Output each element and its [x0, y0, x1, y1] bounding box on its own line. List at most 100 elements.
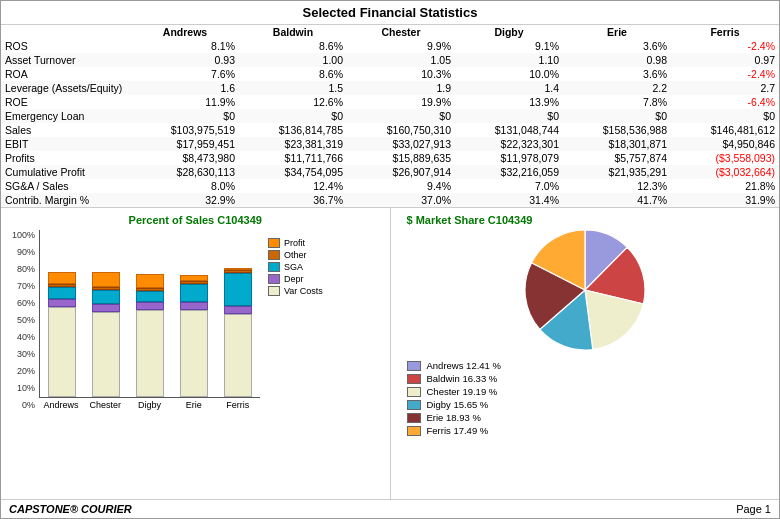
row-value: 1.4	[455, 81, 563, 95]
y-axis-label: 60%	[17, 298, 35, 308]
row-value: 1.00	[239, 53, 347, 67]
row-value: 9.9%	[347, 39, 455, 53]
pie-legend-label: Erie 18.93 %	[427, 412, 481, 423]
row-value: 31.9%	[671, 193, 779, 207]
legend-color-box	[268, 262, 280, 272]
bar-legend: Profit Other SGA Depr Var Costs	[268, 238, 323, 296]
y-axis-label: 40%	[17, 332, 35, 342]
row-value: 8.0%	[131, 179, 239, 193]
table-row: Emergency Loan$0$0$0$0$0$0	[1, 109, 779, 123]
legend-label: Depr	[284, 274, 304, 284]
legend-color-box	[268, 274, 280, 284]
pie-legend-color-box	[407, 387, 421, 397]
row-value: $5,757,874	[563, 151, 671, 165]
row-value: 2.7	[671, 81, 779, 95]
row-value: 41.7%	[563, 193, 671, 207]
row-value: 12.4%	[239, 179, 347, 193]
footer: CAPSTONE® COURIER Page 1	[1, 499, 779, 518]
row-label: ROS	[1, 39, 131, 53]
row-value: $103,975,519	[131, 123, 239, 137]
row-value: $8,473,980	[131, 151, 239, 165]
row-value: 8.1%	[131, 39, 239, 53]
row-value: $23,381,319	[239, 137, 347, 151]
row-value: 0.97	[671, 53, 779, 67]
legend-item: Var Costs	[268, 286, 323, 296]
bar-segment	[136, 291, 164, 302]
bar-segment	[180, 302, 208, 310]
row-value: -6.4%	[671, 95, 779, 109]
bar-segment	[136, 274, 164, 288]
table-col-company: Digby	[455, 25, 563, 39]
row-value: $15,889,635	[347, 151, 455, 165]
pie-legend-color-box	[407, 400, 421, 410]
pie-legend: Andrews 12.41 %Baldwin 16.33 %Chester 19…	[397, 358, 774, 438]
table-row: ROS8.1%8.6%9.9%9.1%3.6%-2.4%	[1, 39, 779, 53]
row-label: Cumulative Profit	[1, 165, 131, 179]
table-col-company: Baldwin	[239, 25, 347, 39]
row-value: ($3,558,093)	[671, 151, 779, 165]
bar-segment	[224, 273, 252, 306]
row-value: $0	[563, 109, 671, 123]
row-value: $21,935,291	[563, 165, 671, 179]
legend-label: Other	[284, 250, 307, 260]
table-row: ROE11.9%12.6%19.9%13.9%7.8%-6.4%	[1, 95, 779, 109]
row-value: $28,630,113	[131, 165, 239, 179]
row-value: $0	[347, 109, 455, 123]
row-value: 7.0%	[455, 179, 563, 193]
table-row: Profits$8,473,980$11,711,766$15,889,635$…	[1, 151, 779, 165]
row-value: $32,216,059	[455, 165, 563, 179]
legend-label: Var Costs	[284, 286, 323, 296]
row-value: $160,750,310	[347, 123, 455, 137]
row-value: $0	[131, 109, 239, 123]
row-value: 19.9%	[347, 95, 455, 109]
bar-chart-area: 100%90%80%70%60%50%40%30%20%10%0% Andrew…	[7, 230, 260, 410]
bar-chart-container: Percent of Sales C104349 100%90%80%70%60…	[1, 208, 391, 499]
chart-and-legend: 100%90%80%70%60%50%40%30%20%10%0% Andrew…	[7, 230, 384, 410]
row-label: EBIT	[1, 137, 131, 151]
bar-chart-title: Percent of Sales C104349	[7, 214, 384, 226]
row-label: ROA	[1, 67, 131, 81]
row-value: 1.10	[455, 53, 563, 67]
legend-label: SGA	[284, 262, 303, 272]
bar-group	[88, 230, 124, 397]
row-value: 9.4%	[347, 179, 455, 193]
legend-item: Other	[268, 250, 323, 260]
legend-item: Profit	[268, 238, 323, 248]
row-value: $131,048,744	[455, 123, 563, 137]
y-axis-label: 0%	[22, 400, 35, 410]
bar-segment	[92, 290, 120, 304]
row-value: 1.05	[347, 53, 455, 67]
row-label: Emergency Loan	[1, 109, 131, 123]
bar-segment	[136, 302, 164, 310]
bar-stack	[136, 274, 164, 397]
row-label: SG&A / Sales	[1, 179, 131, 193]
row-value: 13.9%	[455, 95, 563, 109]
footer-left: CAPSTONE® COURIER	[9, 503, 132, 515]
row-value: 12.3%	[563, 179, 671, 193]
pie-legend-color-box	[407, 374, 421, 384]
bar-group	[132, 230, 168, 397]
y-axis: 100%90%80%70%60%50%40%30%20%10%0%	[7, 230, 39, 410]
row-value: $34,754,095	[239, 165, 347, 179]
legend-color-box	[268, 250, 280, 260]
bar-segment	[92, 312, 120, 397]
page: Selected Financial Statistics AndrewsBal…	[0, 0, 780, 519]
bar-segment	[180, 310, 208, 397]
legend-item: Depr	[268, 274, 323, 284]
bar-segment	[48, 272, 76, 284]
footer-right: Page 1	[736, 503, 771, 515]
row-value: 12.6%	[239, 95, 347, 109]
y-axis-label: 10%	[17, 383, 35, 393]
row-value: ($3,032,664)	[671, 165, 779, 179]
pie-legend-item: Andrews 12.41 %	[407, 360, 774, 371]
table-row: SG&A / Sales8.0%12.4%9.4%7.0%12.3%21.8%	[1, 179, 779, 193]
row-value: 37.0%	[347, 193, 455, 207]
row-value: $4,950,846	[671, 137, 779, 151]
x-axis-label: Andrews	[41, 400, 81, 410]
row-value: $26,907,914	[347, 165, 455, 179]
pie-legend-item: Baldwin 16.33 %	[407, 373, 774, 384]
row-label: Sales	[1, 123, 131, 137]
row-value: 1.6	[131, 81, 239, 95]
row-value: -2.4%	[671, 67, 779, 81]
table-col-label	[1, 25, 131, 39]
